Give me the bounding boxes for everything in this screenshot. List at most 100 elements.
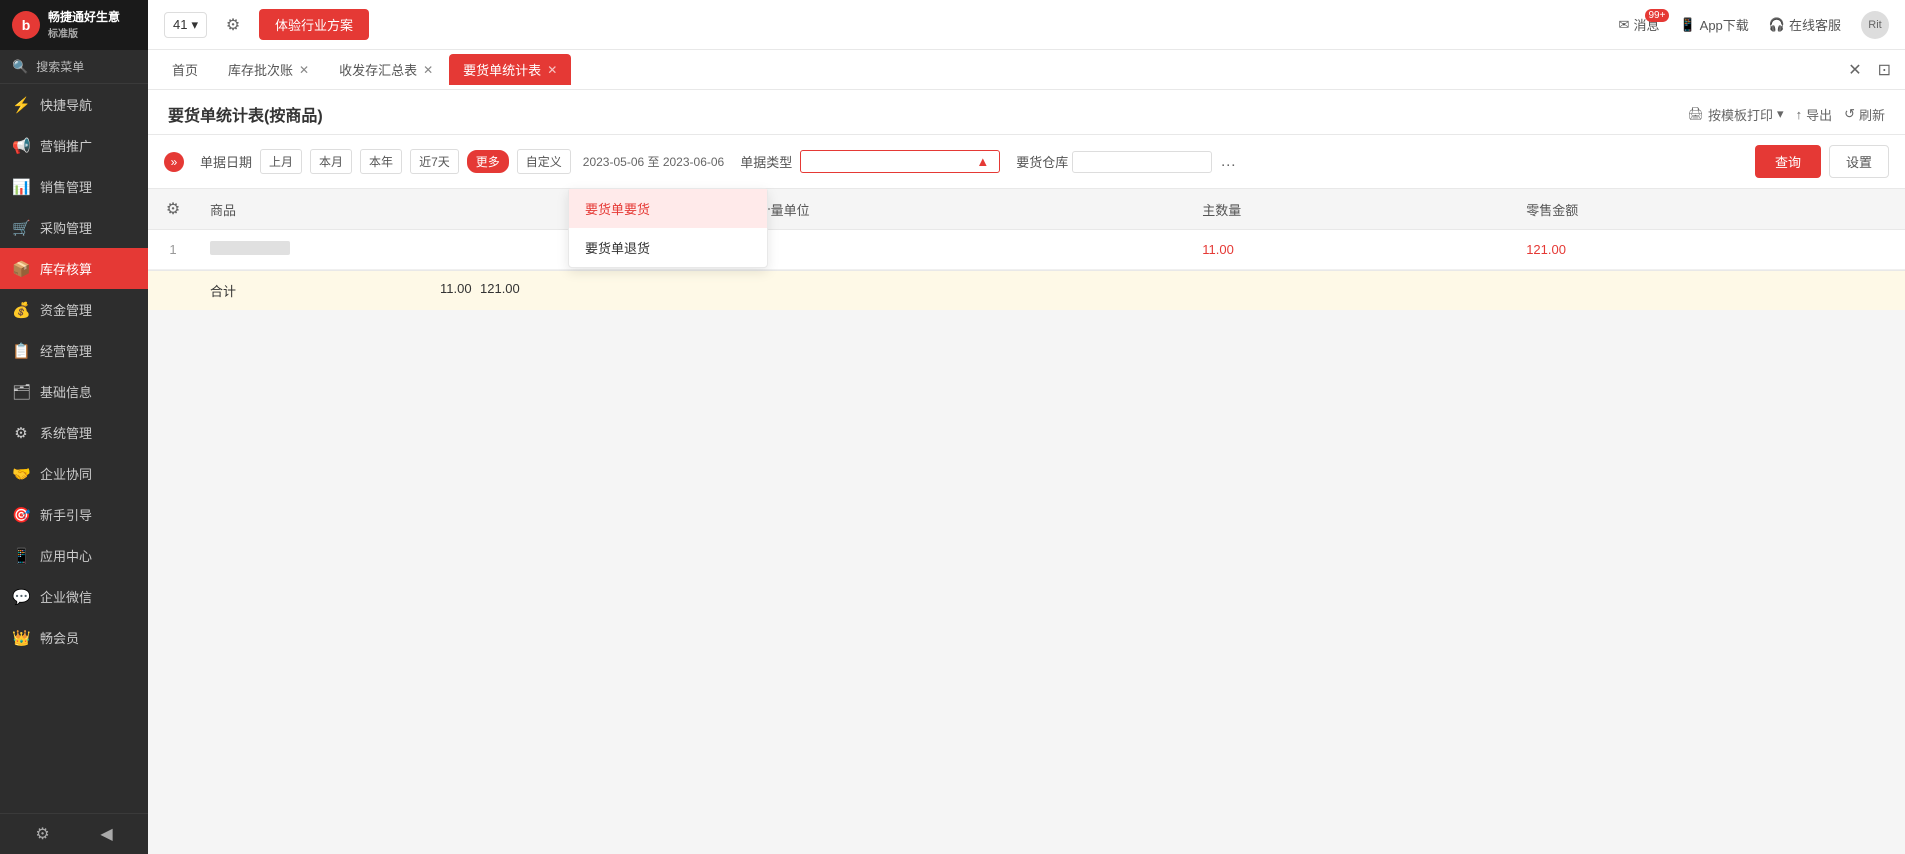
finance-label: 资金管理 (40, 300, 92, 319)
enterprise-icon: 🤝 (12, 465, 30, 483)
top-header: 41 ▾ ⚙ 体验行业方案 ✉ 消息 99+ 📱 App下载 🎧 在线客服 Ri… (148, 0, 1905, 50)
sidebar-footer: ⚙ ◀ (0, 813, 148, 854)
tab-home[interactable]: 首页 (158, 54, 212, 85)
page-actions: 🖨 按模板打印 ▾ ↑ 导出 ↺ 刷新 (1688, 105, 1886, 124)
tab-bar: 首页 库存批次账 ✕ 收发存汇总表 ✕ 要货单统计表 ✕ ✕ ⊡ (148, 50, 1905, 90)
tab-order-stats-close[interactable]: ✕ (547, 63, 557, 77)
sidebar-item-guide[interactable]: 🎯 新手引导 (0, 494, 148, 535)
sidebar-item-app-center[interactable]: 📱 应用中心 (0, 535, 148, 576)
sidebar-item-purchase[interactable]: 🛒 采购管理 (0, 207, 148, 248)
filter-more-tag[interactable]: 更多 (467, 150, 509, 173)
col-settings-icon[interactable]: ⚙ (166, 201, 180, 218)
warehouse-input[interactable] (1072, 151, 1212, 173)
company-name: 畅捷通好生意 (48, 10, 120, 26)
sidebar-item-basic-info[interactable]: 🗂 基础信息 (0, 371, 148, 412)
sidebar-item-marketing[interactable]: 📢 营销推广 (0, 125, 148, 166)
tab-summary-close[interactable]: ✕ (423, 63, 433, 77)
tab-inventory-batch[interactable]: 库存批次账 ✕ (214, 54, 323, 85)
sidebar-nav: ⚡ 快捷导航 📢 营销推广 📊 销售管理 🛒 采购管理 📦 库存核算 💰 资金管… (0, 84, 148, 813)
table-container: ⚙ 商品 主计量单位 主数量 零售金额 1 块 (148, 189, 1905, 270)
marketing-icon: 📢 (12, 137, 30, 155)
trial-button[interactable]: 体验行业方案 (259, 9, 369, 40)
filter-last-month[interactable]: 上月 (260, 149, 302, 174)
company-selector[interactable]: 41 ▾ (164, 12, 207, 38)
warehouse-label: 要货仓库 (1016, 152, 1068, 171)
date-label: 单据日期 (200, 152, 252, 171)
row-unit: 块 (733, 230, 1191, 270)
sidebar-item-inventory[interactable]: 📦 库存核算 (0, 248, 148, 289)
page-header: 要货单统计表(按商品) 🖨 按模板打印 ▾ ↑ 导出 ↺ 刷新 (148, 90, 1905, 135)
app-logo: b 畅捷通好生意 标准版 (0, 0, 148, 50)
shortcut-icon: ⚡ (12, 96, 30, 114)
row-amount: 121.00 (1514, 230, 1905, 270)
sidebar-item-wechat[interactable]: 💬 企业微信 (0, 576, 148, 617)
header-right: ✉ 消息 99+ 📱 App下载 🎧 在线客服 Rit (1619, 11, 1889, 39)
header-left: 41 ▾ ⚙ 体验行业方案 (164, 9, 1619, 40)
print-icon: 🖨 (1688, 106, 1705, 122)
sidebar-toggle-btn[interactable]: ◀ (100, 824, 112, 844)
print-btn[interactable]: 🖨 按模板打印 ▾ (1688, 105, 1784, 124)
main-area: 41 ▾ ⚙ 体验行业方案 ✉ 消息 99+ 📱 App下载 🎧 在线客服 Ri… (148, 0, 1905, 854)
print-label: 按模板打印 (1708, 105, 1773, 124)
company-number: 41 (173, 17, 187, 32)
sidebar-item-membership[interactable]: 👑 畅会员 (0, 617, 148, 658)
wechat-icon: 💬 (12, 588, 30, 606)
filter-last-7days[interactable]: 近7天 (410, 149, 459, 174)
print-arrow: ▾ (1777, 106, 1784, 122)
type-select-arrow: ▲ (976, 154, 989, 169)
sidebar-item-search[interactable]: 🔍 搜索菜单 (0, 50, 148, 84)
notification-badge: 99+ (1645, 9, 1670, 22)
app-download-btn[interactable]: 📱 App下载 (1679, 15, 1748, 34)
table-header-row: ⚙ 商品 主计量单位 主数量 零售金额 (148, 189, 1905, 230)
sidebar-item-operations[interactable]: 📋 经营管理 (0, 330, 148, 371)
sidebar-item-system[interactable]: ⚙ 系统管理 (0, 412, 148, 453)
col-qty-header: 主数量 (1190, 189, 1514, 230)
settings-button[interactable]: 设置 (1829, 145, 1889, 178)
purchase-label: 采购管理 (40, 218, 92, 237)
col-settings-header[interactable]: ⚙ (148, 189, 198, 230)
tab-order-stats[interactable]: 要货单统计表 ✕ (449, 54, 571, 85)
filter-expand-btn[interactable]: » (164, 152, 184, 172)
type-label: 单据类型 (740, 152, 792, 171)
export-btn[interactable]: ↑ 导出 (1796, 105, 1833, 124)
warehouse-more-btn[interactable]: … (1220, 153, 1236, 171)
sidebar-item-finance[interactable]: 💰 资金管理 (0, 289, 148, 330)
col-unit-header: 主计量单位 (733, 189, 1191, 230)
tab-summary[interactable]: 收发存汇总表 ✕ (325, 54, 447, 85)
operations-icon: 📋 (12, 342, 30, 360)
dropdown-option-1[interactable]: 要货单退货 (569, 228, 767, 267)
dropdown-option-0[interactable]: 要货单要货 (569, 189, 767, 228)
sales-icon: 📊 (12, 178, 30, 196)
filter-this-year[interactable]: 本年 (360, 149, 402, 174)
online-service-btn[interactable]: 🎧 在线客服 (1769, 15, 1841, 34)
basic-info-icon: 🗂 (12, 383, 30, 401)
tab-inventory-batch-close[interactable]: ✕ (299, 63, 309, 77)
filter-custom[interactable]: 自定义 (517, 149, 571, 174)
data-table: ⚙ 商品 主计量单位 主数量 零售金额 1 块 (148, 189, 1905, 270)
user-avatar[interactable]: Rit (1861, 11, 1889, 39)
system-icon: ⚙ (12, 424, 30, 442)
filter-this-month[interactable]: 本月 (310, 149, 352, 174)
refresh-btn[interactable]: ↺ 刷新 (1844, 105, 1885, 124)
notification-icon: ✉ (1619, 17, 1630, 33)
tab-expand-btn[interactable]: ⊡ (1874, 58, 1895, 82)
notification-btn[interactable]: ✉ 消息 99+ (1619, 15, 1660, 34)
sidebar-item-sales[interactable]: 📊 销售管理 (0, 166, 148, 207)
header-settings-btn[interactable]: ⚙ (219, 11, 247, 39)
sidebar-item-shortcut[interactable]: ⚡ 快捷导航 (0, 84, 148, 125)
content-area: 要货单统计表(按商品) 🖨 按模板打印 ▾ ↑ 导出 ↺ 刷新 (148, 90, 1905, 854)
logo-icon: b (12, 11, 40, 39)
type-select[interactable]: ▲ (800, 150, 1000, 173)
edition-label: 标准版 (48, 25, 120, 40)
tab-close-all-btn[interactable]: ✕ (1844, 58, 1865, 82)
sidebar-settings-btn[interactable]: ⚙ (35, 824, 49, 844)
query-button[interactable]: 查询 (1755, 145, 1821, 178)
search-icon: 🔍 (12, 59, 28, 75)
table-row: 1 块 11.00 121.00 (148, 230, 1905, 270)
sidebar-item-enterprise[interactable]: 🤝 企业协同 (0, 453, 148, 494)
tab-summary-label: 收发存汇总表 (339, 60, 417, 79)
inventory-icon: 📦 (12, 260, 30, 278)
online-service-label: 在线客服 (1789, 15, 1841, 34)
row-index: 1 (148, 230, 198, 270)
table-footer: 合计 11.00 121.00 (148, 270, 1905, 310)
